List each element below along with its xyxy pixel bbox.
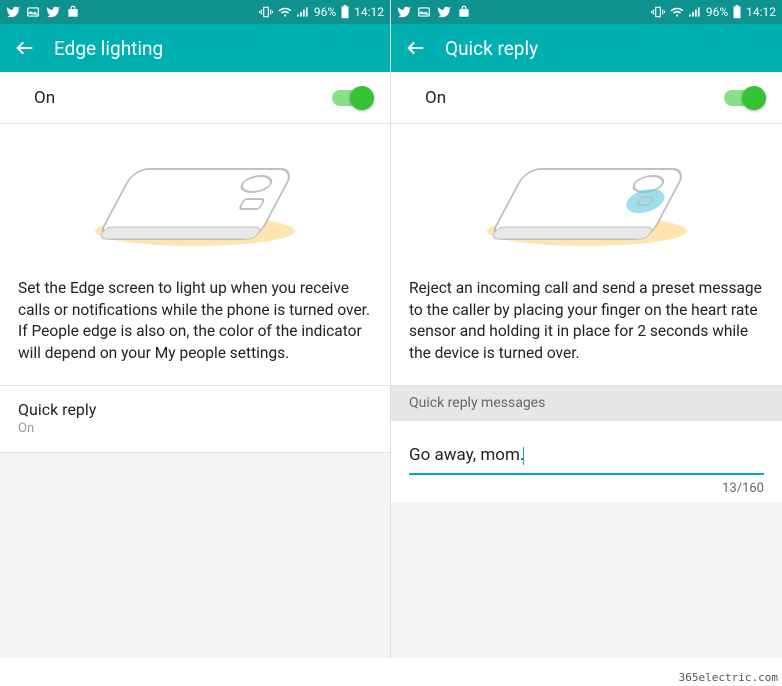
- battery-icon: [340, 5, 350, 19]
- list-item-subtitle: On: [18, 421, 372, 436]
- image-icon: [417, 5, 431, 19]
- store-icon: [457, 5, 471, 19]
- page-title: Edge lighting: [54, 37, 163, 60]
- status-bar: 96% 14:12: [0, 0, 390, 24]
- wifi-icon: [670, 5, 684, 19]
- quick-reply-item[interactable]: Quick reply On: [0, 386, 390, 453]
- toggle-switch[interactable]: [332, 90, 372, 106]
- twitter-icon: [397, 5, 411, 19]
- toggle-switch[interactable]: [724, 90, 764, 106]
- image-icon: [26, 5, 40, 19]
- text-cursor: [523, 447, 524, 465]
- toggle-label: On: [34, 88, 55, 108]
- screen-edge-lighting: 96% 14:12 Edge lighting On: [0, 0, 391, 658]
- twitter-icon: [46, 5, 60, 19]
- signal-icon: [688, 5, 702, 19]
- toggle-label: On: [425, 88, 446, 108]
- vibrate-icon: [258, 5, 274, 19]
- char-count: 13/160: [409, 481, 764, 496]
- master-toggle-row[interactable]: On: [0, 72, 390, 124]
- battery-icon: [732, 5, 742, 19]
- battery-percent: 96%: [314, 5, 336, 19]
- message-input-area: Go away, mom. 13/160: [391, 421, 782, 502]
- section-header: Quick reply messages: [391, 385, 782, 421]
- screen-quick-reply: 96% 14:12 Quick reply On: [391, 0, 782, 658]
- action-bar: Edge lighting: [0, 24, 390, 72]
- description-text: Set the Edge screen to light up when you…: [0, 274, 390, 386]
- master-toggle-row[interactable]: On: [391, 72, 782, 124]
- description-text: Reject an incoming call and send a prese…: [391, 274, 782, 385]
- store-icon: [66, 5, 80, 19]
- status-bar: 96% 14:12: [391, 0, 782, 24]
- signal-icon: [296, 5, 310, 19]
- twitter-icon: [437, 5, 451, 19]
- battery-percent: 96%: [706, 5, 728, 19]
- wifi-icon: [278, 5, 292, 19]
- page-title: Quick reply: [445, 37, 538, 60]
- watermark: 365electric.com: [679, 671, 778, 684]
- vibrate-icon: [650, 5, 666, 19]
- back-icon[interactable]: [405, 37, 427, 59]
- clock: 14:12: [746, 5, 776, 19]
- action-bar: Quick reply: [391, 24, 782, 72]
- list-item-title: Quick reply: [18, 400, 372, 419]
- clock: 14:12: [354, 5, 384, 19]
- phone-illustration: [391, 124, 782, 274]
- twitter-icon: [6, 5, 20, 19]
- message-input[interactable]: Go away, mom.: [409, 445, 764, 475]
- back-icon[interactable]: [14, 37, 36, 59]
- phone-illustration: [0, 124, 390, 274]
- message-text: Go away, mom.: [409, 445, 524, 465]
